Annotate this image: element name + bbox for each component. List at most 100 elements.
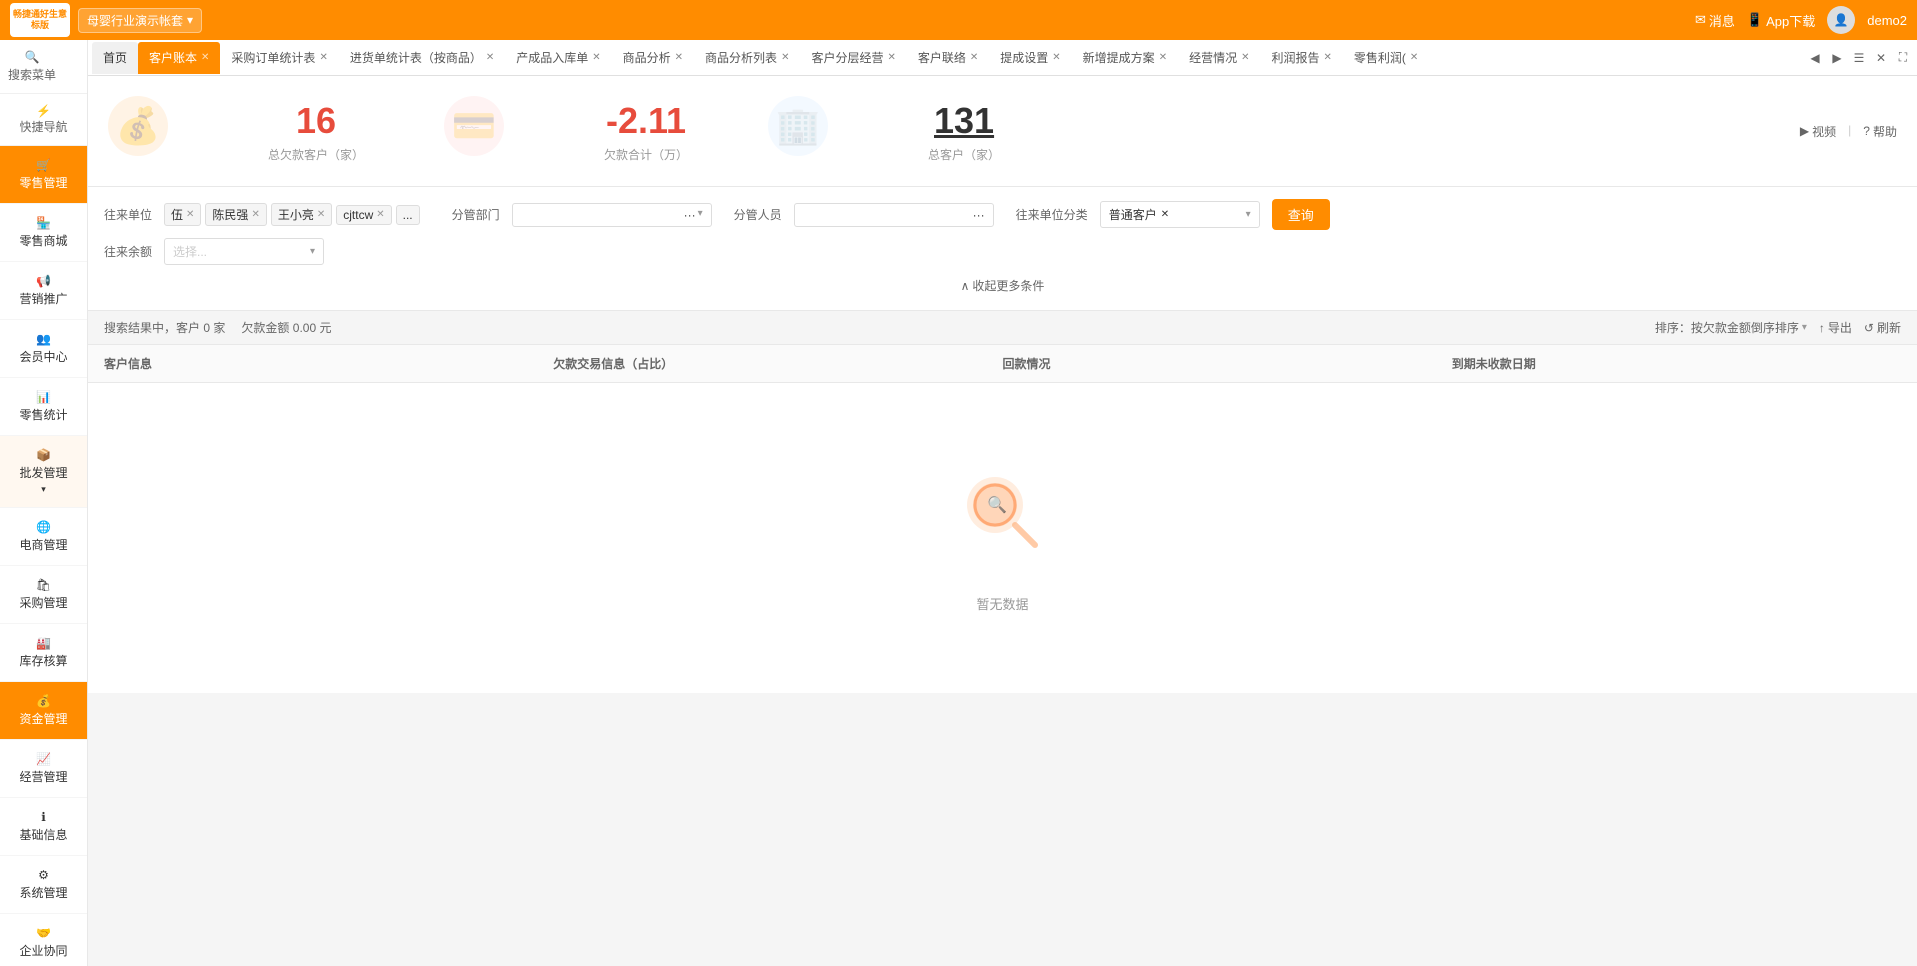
debt-info: 欠款金额 0.00 元: [241, 319, 331, 336]
purchase-label: 采购管理: [8, 594, 79, 611]
balance-select[interactable]: 选择... ▾: [164, 238, 324, 265]
quick-nav-btn[interactable]: ⚡ 快捷导航: [0, 94, 87, 146]
tab-home[interactable]: 首页: [92, 42, 138, 74]
unit-category-value: 普通客户: [1109, 206, 1157, 223]
tab-close-icon[interactable]: ✕: [675, 52, 683, 63]
stats-help: ▶ 视频 | ? 帮助: [1800, 123, 1897, 140]
message-btn[interactable]: ✉ 消息: [1695, 11, 1735, 30]
tab-product-analysis-list[interactable]: 商品分析列表 ✕: [694, 42, 800, 74]
tab-product-analysis[interactable]: 商品分析 ✕: [612, 42, 694, 74]
help-btn[interactable]: ? 帮助: [1863, 123, 1897, 140]
more-icon-2: ···: [973, 208, 985, 222]
collapse-icon: ∧: [961, 279, 970, 293]
app-download-btn[interactable]: 📱 App下载: [1747, 11, 1815, 30]
branch-person-select[interactable]: ···: [794, 203, 994, 227]
sidebar-item-purchase[interactable]: 🛍 采购管理: [0, 566, 87, 624]
tag-cjttcw-close[interactable]: ✕: [376, 209, 384, 220]
branch-dept-select[interactable]: ··· ▾: [512, 203, 712, 227]
avatar-icon: 👤: [1834, 13, 1849, 27]
query-btn[interactable]: 查询: [1272, 199, 1330, 230]
sidebar-item-wholesale[interactable]: 📦 批发管理 ▾: [0, 436, 87, 508]
tab-close-icon[interactable]: ✕: [1052, 52, 1060, 63]
tab-close-icon[interactable]: ✕: [1241, 52, 1249, 63]
tab-close-icon[interactable]: ✕: [486, 52, 494, 63]
table-col-customer-info: 客户信息: [104, 355, 553, 372]
logo-sub: 标版: [31, 20, 49, 30]
tab-promotion-settings-label: 提成设置: [1000, 49, 1048, 66]
tab-close-icon[interactable]: ✕: [887, 52, 895, 63]
tab-close-icon[interactable]: ✕: [1324, 52, 1332, 63]
filter-area: 往来单位 伍 ✕ 陈民强 ✕ 王小亮: [88, 187, 1917, 311]
tab-operations[interactable]: 经营情况 ✕: [1178, 42, 1260, 74]
sort-select[interactable]: 排序：按欠款金额倒序排序 ▾: [1655, 319, 1807, 336]
sidebar-item-retail[interactable]: 🛒 零售管理: [0, 146, 87, 204]
wholesale-icon: 📦: [8, 448, 79, 462]
sidebar-item-ecommerce[interactable]: 🌐 电商管理: [0, 508, 87, 566]
sidebar-item-retail-stats[interactable]: 📊 零售统计: [0, 378, 87, 436]
chevron-down-icon-3: ▾: [310, 246, 315, 257]
tab-inbound-stats[interactable]: 进货单统计表（按商品） ✕: [339, 42, 505, 74]
debt-amount-label: 欠款合计（万）: [604, 146, 688, 163]
tab-product-analysis-list-label: 商品分析列表: [705, 49, 777, 66]
avatar[interactable]: 👤: [1827, 6, 1855, 34]
tab-close-icon[interactable]: ✕: [781, 52, 789, 63]
tab-fullscreen-btn[interactable]: ⛶: [1893, 48, 1913, 68]
collapse-btn[interactable]: ∧ 收起更多条件: [957, 273, 1049, 298]
tab-close-icon[interactable]: ✕: [319, 52, 327, 63]
tab-operations-label: 经营情况: [1189, 49, 1237, 66]
total-debtors-value: 16: [296, 99, 336, 142]
tab-menu-btn[interactable]: ☰: [1849, 48, 1869, 68]
sidebar-item-finance[interactable]: 💰 资金管理: [0, 682, 87, 740]
search-menu-btn[interactable]: 🔍 搜索菜单: [8, 50, 56, 83]
stat-debt-amount: -2.11 欠款合计（万）: [544, 99, 748, 163]
unit-category-select[interactable]: 普通客户 ✕ ▾: [1100, 201, 1260, 228]
quick-nav-label: 快捷导航: [8, 118, 79, 135]
tab-prev-btn[interactable]: ◀: [1805, 48, 1825, 68]
tab-production-inbound[interactable]: 产成品入库单 ✕: [505, 42, 611, 74]
tab-close-icon[interactable]: ✕: [1159, 52, 1167, 63]
tab-next-btn[interactable]: ▶: [1827, 48, 1847, 68]
retail-mall-icon: 🏪: [8, 216, 79, 230]
unit-category-close[interactable]: ✕: [1161, 209, 1169, 220]
sidebar-item-marketing[interactable]: 📢 营销推广: [0, 262, 87, 320]
tab-new-promotion[interactable]: 新增提成方案 ✕: [1072, 42, 1178, 74]
refresh-btn[interactable]: ↺ 刷新: [1864, 319, 1901, 336]
customer-count: 0: [203, 321, 210, 335]
tab-customer-stratify[interactable]: 客户分层经营 ✕: [800, 42, 906, 74]
selector-label: 母婴行业演示帐套: [87, 12, 183, 29]
collapse-row: ∧ 收起更多条件: [104, 273, 1901, 298]
tab-close-icon[interactable]: ✕: [1410, 52, 1418, 63]
tab-close-all-btn[interactable]: ✕: [1871, 48, 1891, 68]
tab-retail-profit[interactable]: 零售利润( ✕: [1343, 42, 1429, 74]
branch-dept-label: 分管部门: [452, 206, 500, 223]
tab-bar: 首页 客户账本 ✕ 采购订单统计表 ✕ 进货单统计表（按商品） ✕ 产成品入库单…: [88, 40, 1917, 76]
tab-close-icon[interactable]: ✕: [970, 52, 978, 63]
tab-promotion-settings[interactable]: 提成设置 ✕: [989, 42, 1071, 74]
tab-close-icon[interactable]: ✕: [592, 52, 600, 63]
tab-purchase-order[interactable]: 采购订单统计表 ✕: [220, 42, 338, 74]
tab-profit-report[interactable]: 利润报告 ✕: [1260, 42, 1342, 74]
sidebar-item-operations[interactable]: 📈 经营管理: [0, 740, 87, 798]
video-btn[interactable]: ▶ 视频: [1800, 123, 1836, 140]
member-icon: 👥: [8, 332, 79, 346]
total-customers-label: 总客户（家）: [928, 146, 1000, 163]
tag-chen-close[interactable]: ✕: [251, 209, 259, 220]
filter-tag-more[interactable]: ...: [396, 205, 420, 225]
sidebar-item-basic-info[interactable]: ℹ 基础信息: [0, 798, 87, 856]
tab-customer-contact[interactable]: 客户联络 ✕: [907, 42, 989, 74]
account-selector[interactable]: 母婴行业演示帐套 ▾: [78, 8, 202, 33]
branch-person-label: 分管人员: [734, 206, 782, 223]
sidebar-item-system[interactable]: ⚙ 系统管理: [0, 856, 87, 914]
tag-wu-close[interactable]: ✕: [186, 209, 194, 220]
sidebar-item-inventory[interactable]: 🏭 库存核算: [0, 624, 87, 682]
tab-customer-book[interactable]: 客户账本 ✕: [138, 42, 220, 74]
tag-wu-text: 伍: [171, 206, 183, 223]
sidebar-item-enterprise[interactable]: 🤝 企业协同: [0, 914, 87, 966]
sidebar-item-member[interactable]: 👥 会员中心: [0, 320, 87, 378]
tab-close-icon[interactable]: ✕: [201, 52, 209, 63]
stats-deco-icon-1: 💰: [108, 96, 188, 166]
tag-wang-close[interactable]: ✕: [317, 209, 325, 220]
sidebar-item-retail-mall[interactable]: 🏪 零售商城: [0, 204, 87, 262]
stat-total-debtors: 16 总欠款客户（家）: [208, 99, 424, 163]
export-btn[interactable]: ↑ 导出: [1819, 319, 1852, 336]
